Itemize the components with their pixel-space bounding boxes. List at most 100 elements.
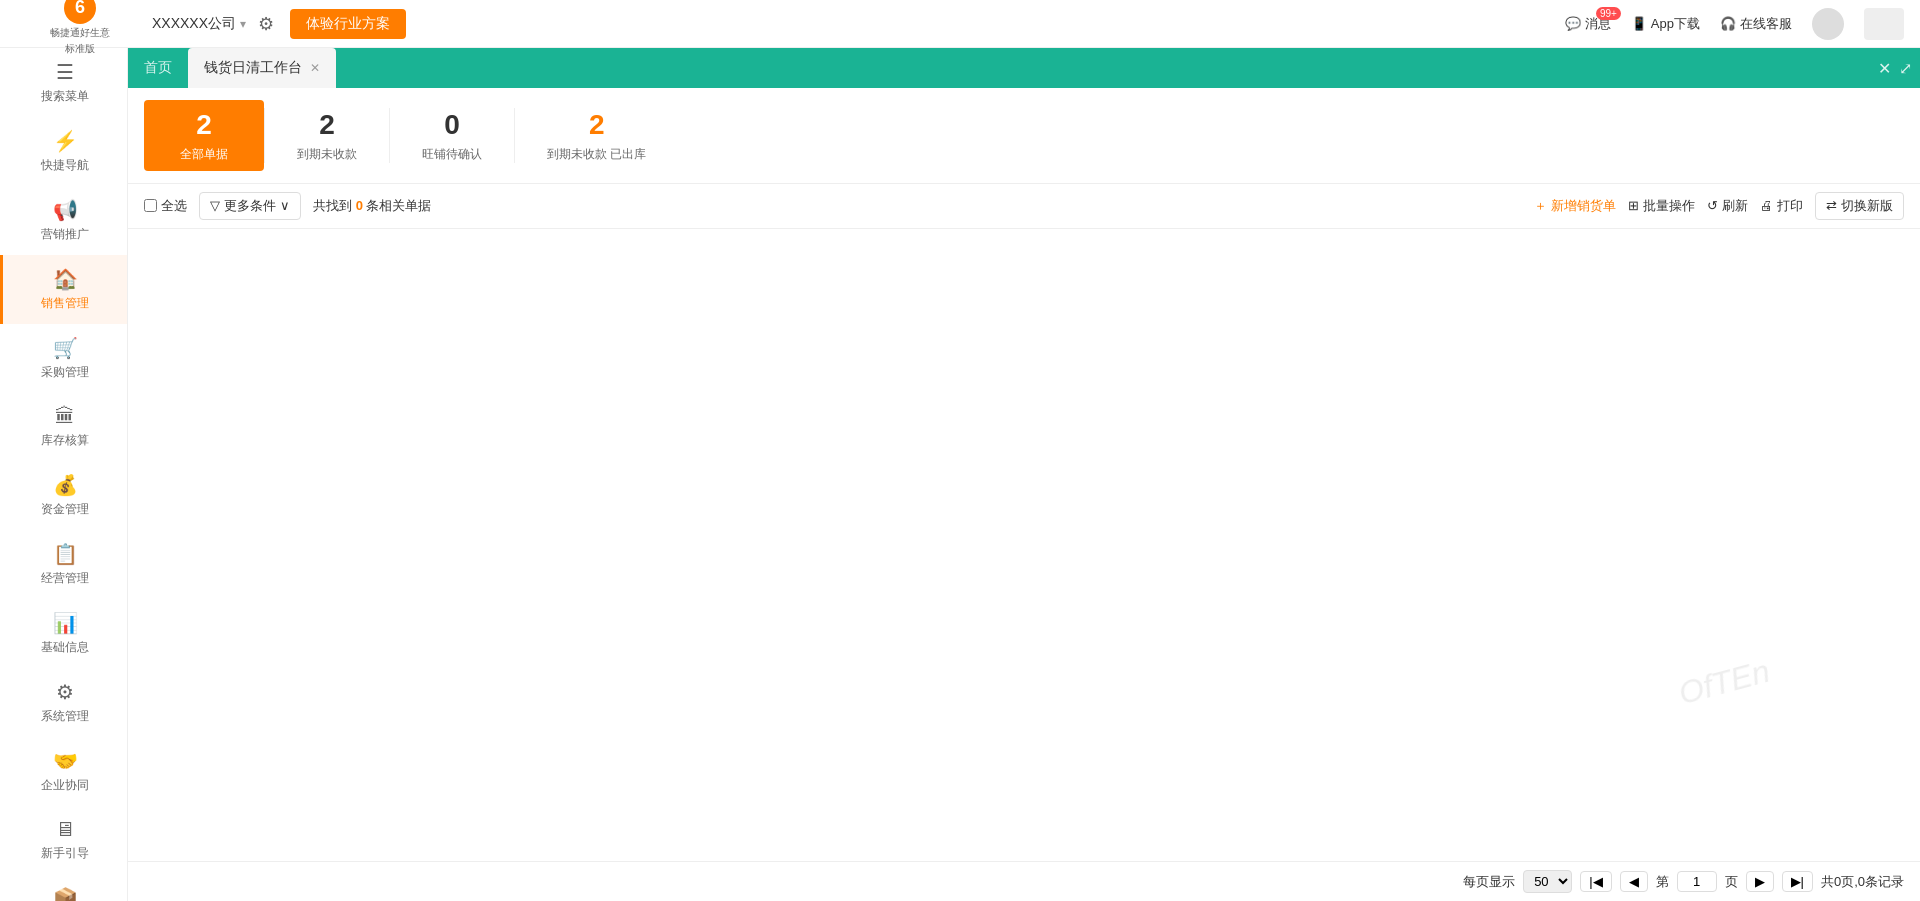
sidebar-item-inventory[interactable]: 🏛 库存核算 <box>0 393 127 461</box>
filter-button[interactable]: ▽ 更多条件 ∨ <box>199 192 301 220</box>
first-page-button[interactable]: |◀ <box>1580 871 1611 892</box>
sidebar-item-label: 新手引导 <box>41 845 89 862</box>
message-button[interactable]: 💬 消息 99+ <box>1565 15 1611 33</box>
online-service-label: 在线客服 <box>1740 15 1792 33</box>
basic-info-icon: 📊 <box>53 611 78 635</box>
sidebar-item-quicknav[interactable]: ⚡ 快捷导航 <box>0 117 127 186</box>
add-icon: ＋ <box>1534 197 1547 215</box>
settings-icon[interactable]: ⚙ <box>258 13 274 35</box>
top-header: 6 畅捷通好生意 标准版 XXXXXX公司 ▾ ⚙ 体验行业方案 💬 消息 99… <box>0 0 1920 48</box>
page-size-select[interactable]: 50 <box>1523 870 1572 893</box>
sidebar-item-collab[interactable]: 🤝 企业协同 <box>0 737 127 806</box>
sidebar: ☰ 搜索菜单 ⚡ 快捷导航 📢 营销推广 🏠 销售管理 🛒 采购管理 🏛 库存核… <box>0 48 128 901</box>
tab-minimize-icon[interactable]: ✕ <box>1878 59 1891 78</box>
page-size-label: 每页显示 <box>1463 873 1515 891</box>
page-label-first: 第 <box>1656 873 1669 891</box>
trial-button[interactable]: 体验行业方案 <box>290 9 406 39</box>
refresh-button[interactable]: ↺ 刷新 <box>1707 197 1748 215</box>
online-service-icon: 🎧 <box>1720 16 1736 31</box>
logo-icon: 6 <box>64 0 96 24</box>
stat-card-all[interactable]: 2 全部单据 <box>144 100 264 171</box>
sidebar-item-basic-info[interactable]: 📊 基础信息 <box>0 599 127 668</box>
header-right: 💬 消息 99+ 📱 App下载 🎧 在线客服 <box>1565 8 1904 40</box>
sidebar-item-finance[interactable]: 💰 资金管理 <box>0 461 127 530</box>
sidebar-item-label: 营销推广 <box>41 226 89 243</box>
refresh-icon: ↺ <box>1707 198 1718 213</box>
stat-num-overdue-shipped: 2 <box>589 108 605 142</box>
sidebar-item-label: 企业协同 <box>41 777 89 794</box>
found-prefix: 共找到 <box>313 198 352 213</box>
tab-close-icon[interactable]: ✕ <box>310 61 320 75</box>
stat-num-wangpu: 0 <box>444 108 460 142</box>
switch-btn-label: 切换新版 <box>1841 197 1893 215</box>
finance-icon: 💰 <box>53 473 78 497</box>
sidebar-item-operations[interactable]: 📋 经营管理 <box>0 530 127 599</box>
stat-card-wangpu[interactable]: 0 旺铺待确认 <box>390 100 514 171</box>
stat-card-overdue[interactable]: 2 到期未收款 <box>265 100 389 171</box>
filter-chevron-icon: ∨ <box>280 198 290 213</box>
switch-version-button[interactable]: ⇄ 切换新版 <box>1815 192 1904 220</box>
sidebar-item-label: 经营管理 <box>41 570 89 587</box>
avatar[interactable] <box>1812 8 1844 40</box>
next-page-button[interactable]: ▶ <box>1746 871 1774 892</box>
stat-label-wangpu: 旺铺待确认 <box>422 146 482 163</box>
select-all-input[interactable] <box>144 199 157 212</box>
tab-expand-icon[interactable]: ⤢ <box>1899 59 1912 78</box>
sidebar-item-sales[interactable]: 🏠 销售管理 <box>0 255 127 324</box>
tab-home-label: 首页 <box>144 59 172 77</box>
sidebar-item-search[interactable]: ☰ 搜索菜单 <box>0 48 127 117</box>
user-menu[interactable] <box>1864 8 1904 40</box>
print-btn-label: 打印 <box>1777 197 1803 215</box>
chevron-down-icon: ▾ <box>240 17 246 31</box>
toolbar-right: ＋ 新增销货单 ⊞ 批量操作 ↺ 刷新 🖨 打印 ⇄ 切换新版 <box>1534 192 1904 220</box>
pagination: 每页显示 50 |◀ ◀ 第 页 ▶ ▶| 共0页,0条记录 <box>128 861 1920 901</box>
purchase-icon: 🛒 <box>53 336 78 360</box>
online-service-button[interactable]: 🎧 在线客服 <box>1720 15 1792 33</box>
tab-daily-work[interactable]: 钱货日清工作台 ✕ <box>188 48 336 88</box>
tab-bar-right: ✕ ⤢ <box>1878 59 1920 78</box>
app-download-button[interactable]: 📱 App下载 <box>1631 15 1700 33</box>
last-page-button[interactable]: ▶| <box>1782 871 1813 892</box>
select-all-checkbox[interactable]: 全选 <box>144 197 187 215</box>
sidebar-item-purchase[interactable]: 🛒 采购管理 <box>0 324 127 393</box>
app-download-icon: 📱 <box>1631 16 1647 31</box>
search-menu-icon: ☰ <box>56 60 74 84</box>
add-sales-order-button[interactable]: ＋ 新增销货单 <box>1534 197 1616 215</box>
sidebar-item-label: 采购管理 <box>41 364 89 381</box>
stat-card-overdue-shipped[interactable]: 2 到期未收款 已出库 <box>515 100 678 171</box>
tab-bar: 首页 钱货日清工作台 ✕ ✕ ⤢ <box>128 48 1920 88</box>
stat-label-overdue: 到期未收款 <box>297 146 357 163</box>
tab-home[interactable]: 首页 <box>128 48 188 88</box>
main-layout: ☰ 搜索菜单 ⚡ 快捷导航 📢 营销推广 🏠 销售管理 🛒 采购管理 🏛 库存核… <box>0 48 1920 901</box>
apps-icon: 📦 <box>53 886 78 901</box>
company-selector[interactable]: XXXXXX公司 ▾ <box>152 15 246 33</box>
page-suffix: 页 <box>1725 873 1738 891</box>
sidebar-item-marketing[interactable]: 📢 营销推广 <box>0 186 127 255</box>
sidebar-item-label: 搜索菜单 <box>41 88 89 105</box>
sidebar-item-guide[interactable]: 🖥 新手引导 <box>0 806 127 874</box>
sidebar-item-apps[interactable]: 📦 应用中心 <box>0 874 127 901</box>
logo-area: 6 畅捷通好生意 标准版 <box>16 0 144 56</box>
stats-row: 2 全部单据 2 到期未收款 0 旺铺待确认 2 到期未收款 已出库 <box>128 88 1920 184</box>
collab-icon: 🤝 <box>53 749 78 773</box>
batch-operation-button[interactable]: ⊞ 批量操作 <box>1628 197 1695 215</box>
sidebar-item-system[interactable]: ⚙ 系统管理 <box>0 668 127 737</box>
operations-icon: 📋 <box>53 542 78 566</box>
logo-brand: 畅捷通好生意 <box>50 26 110 40</box>
filter-icon: ▽ <box>210 198 220 213</box>
select-all-label: 全选 <box>161 197 187 215</box>
refresh-btn-label: 刷新 <box>1722 197 1748 215</box>
batch-btn-label: 批量操作 <box>1643 197 1695 215</box>
guide-icon: 🖥 <box>55 818 75 841</box>
sidebar-item-label: 系统管理 <box>41 708 89 725</box>
filter-label: 更多条件 <box>224 197 276 215</box>
content-area: 首页 钱货日清工作台 ✕ ✕ ⤢ 2 全部单据 2 到期未收款 <box>128 48 1920 901</box>
current-page-input[interactable] <box>1677 871 1717 892</box>
logo-edition: 标准版 <box>65 42 95 56</box>
prev-page-button[interactable]: ◀ <box>1620 871 1648 892</box>
print-button[interactable]: 🖨 打印 <box>1760 197 1803 215</box>
table-area <box>128 229 1920 861</box>
found-text: 共找到 0 条相关单据 <box>313 197 431 215</box>
total-label: 共0页,0条记录 <box>1821 873 1904 891</box>
sales-icon: 🏠 <box>53 267 78 291</box>
